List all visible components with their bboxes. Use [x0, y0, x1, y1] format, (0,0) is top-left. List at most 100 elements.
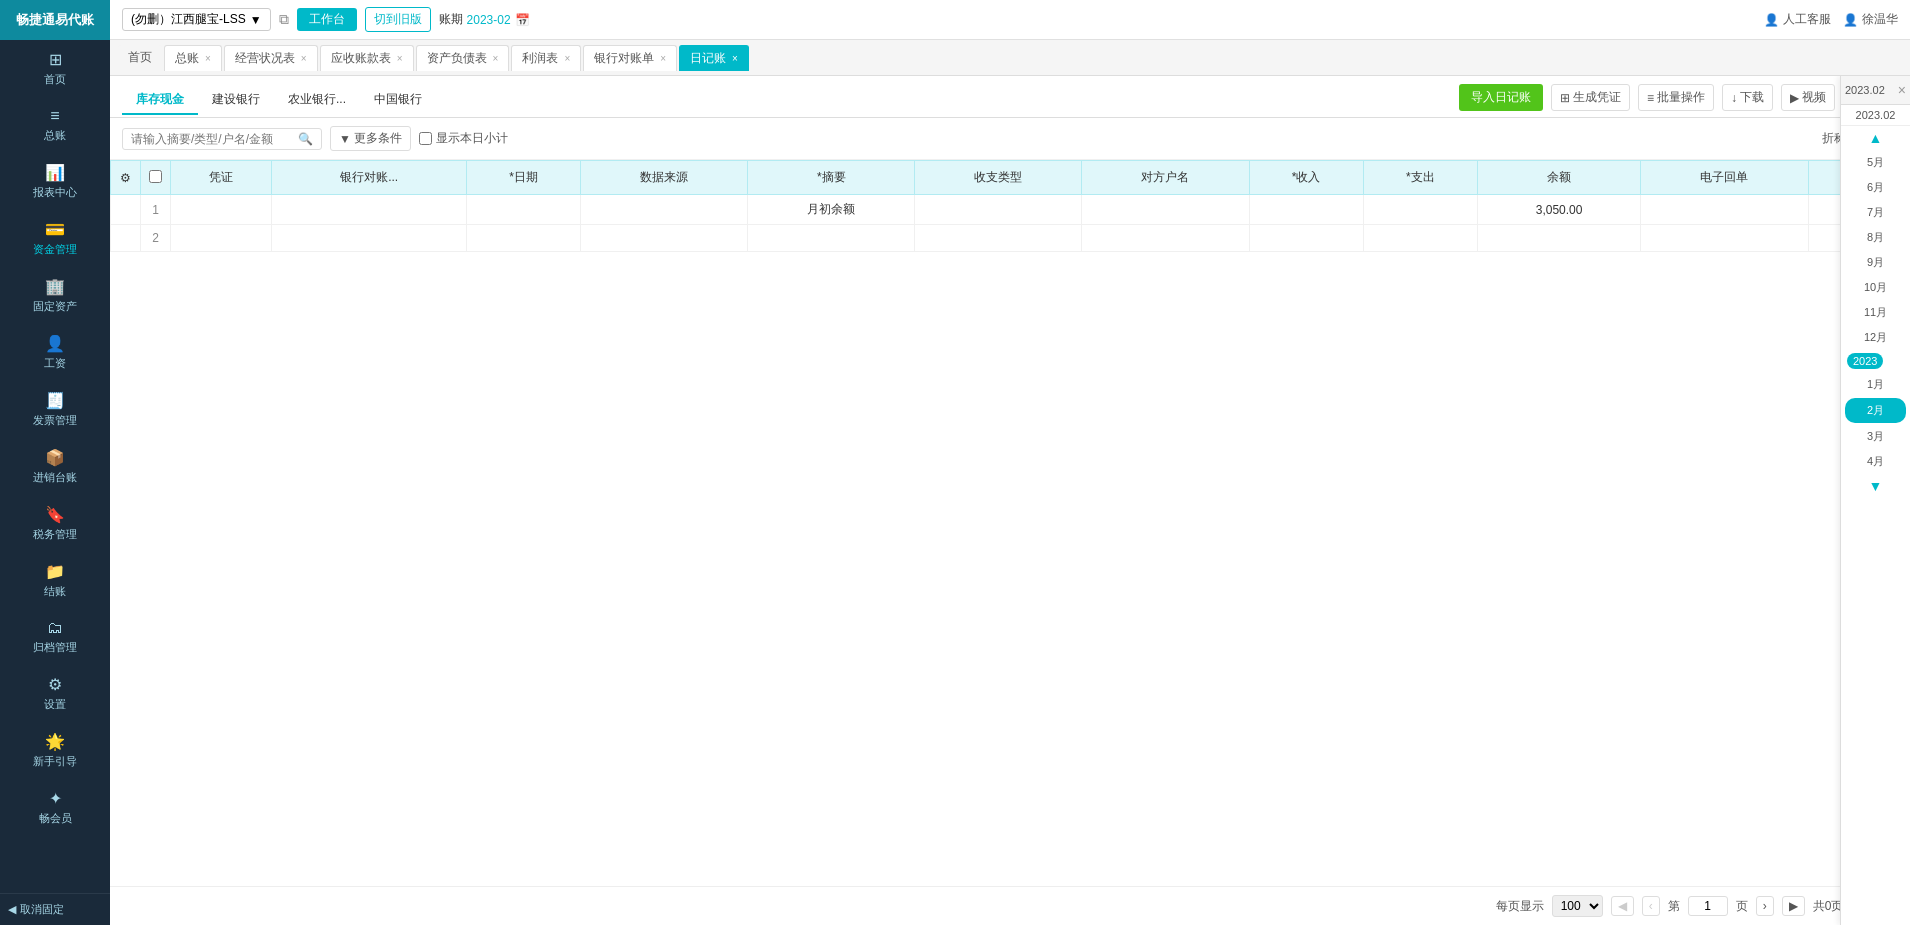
subtab-cash[interactable]: 库存现金 [122, 86, 198, 115]
show-daily-checkbox-label[interactable]: 显示本日小计 [419, 130, 508, 147]
tab-profit[interactable]: 利润表 × [511, 45, 581, 71]
sidebar-item-settings[interactable]: ⚙ 设置 [0, 665, 110, 722]
subtab-ccb[interactable]: 建设银行 [198, 86, 274, 115]
sidebar-item-tax[interactable]: 🔖 税务管理 [0, 495, 110, 552]
show-daily-checkbox[interactable] [419, 132, 432, 145]
sidebar-item-ledger[interactable]: ≡ 总账 [0, 97, 110, 153]
sidebar-item-assets-mgmt[interactable]: 💳 资金管理 [0, 210, 110, 267]
search-icon: 🔍 [298, 132, 313, 146]
per-page-select[interactable]: 20 50 100 200 [1552, 895, 1603, 917]
workstation-button[interactable]: 工作台 [297, 8, 357, 31]
unpin-button[interactable]: ◀ 取消固定 [0, 893, 110, 925]
calendar-nav-up[interactable]: ▲ [1841, 126, 1910, 150]
invoice-icon: 🧾 [45, 391, 65, 410]
tab-receivable-close[interactable]: × [397, 53, 403, 64]
sidebar-item-closing[interactable]: 📁 结账 [0, 552, 110, 609]
col-expense: *支出 [1363, 161, 1477, 195]
home-icon: ⊞ [49, 50, 62, 69]
month-12[interactable]: 12月 [1841, 325, 1910, 350]
download-icon: ↓ [1731, 91, 1737, 105]
calendar-icon[interactable]: 📅 [515, 13, 530, 27]
cal-down-icon[interactable]: ▼ [1869, 478, 1883, 494]
next-page-button[interactable]: › [1756, 896, 1774, 916]
dropdown-icon: ▼ [250, 13, 262, 27]
search-input[interactable] [131, 132, 294, 146]
batch-op-button[interactable]: ≡ 批量操作 [1638, 84, 1714, 111]
tab-journal[interactable]: 日记账 × [679, 45, 749, 71]
download-button[interactable]: ↓ 下载 [1722, 84, 1773, 111]
tab-home[interactable]: 首页 [118, 45, 162, 70]
sidebar-item-guide[interactable]: 🌟 新手引导 [0, 722, 110, 779]
tab-ledger-close[interactable]: × [205, 53, 211, 64]
col-ereceipt: 电子回单 [1641, 161, 1808, 195]
subtab-abc[interactable]: 农业银行... [274, 86, 360, 115]
cell-expense [1363, 225, 1477, 252]
video-icon: ▶ [1790, 91, 1799, 105]
month-2023-4[interactable]: 4月 [1841, 449, 1910, 474]
month-10[interactable]: 10月 [1841, 275, 1910, 300]
journal-table: ⚙ 凭证 银行对账... *日期 数据来源 *摘要 收支类型 对方户名 *收入 … [110, 160, 1910, 252]
sidebar-item-label: 固定资产 [33, 299, 77, 314]
month-9[interactable]: 9月 [1841, 250, 1910, 275]
month-2023-3[interactable]: 3月 [1841, 424, 1910, 449]
month-2023-1[interactable]: 1月 [1841, 372, 1910, 397]
user-name: 徐温华 [1862, 11, 1898, 28]
month-8[interactable]: 8月 [1841, 225, 1910, 250]
month-11[interactable]: 11月 [1841, 300, 1910, 325]
col-voucher: 凭证 [171, 161, 272, 195]
tab-bank-close[interactable]: × [660, 53, 666, 64]
period-display: 账期 2023-02 📅 [439, 11, 530, 28]
year-2023-row: 2023 [1841, 350, 1910, 372]
cal-up-icon[interactable]: ▲ [1869, 130, 1883, 146]
sidebar-item-sales[interactable]: 📦 进销台账 [0, 438, 110, 495]
sidebar-item-invoice[interactable]: 🧾 发票管理 [0, 381, 110, 438]
select-all-checkbox[interactable] [149, 170, 162, 183]
gen-voucher-button[interactable]: ⊞ 生成凭证 [1551, 84, 1630, 111]
prev-page-button[interactable]: ‹ [1642, 896, 1660, 916]
tab-business-close[interactable]: × [301, 53, 307, 64]
sidebar-item-reports[interactable]: 📊 报表中心 [0, 153, 110, 210]
sidebar: 畅捷通易代账 ⊞ 首页 ≡ 总账 📊 报表中心 💳 资金管理 🏢 固定资产 👤 … [0, 0, 110, 925]
service-icon: 👤 [1764, 13, 1779, 27]
content-area: 库存现金 建设银行 农业银行... 中国银行 导入日记账 ⊞ 生成凭证 ≡ [110, 76, 1910, 925]
tab-business[interactable]: 经营状况表 × [224, 45, 318, 71]
month-6[interactable]: 6月 [1841, 175, 1910, 200]
tab-profit-close[interactable]: × [564, 53, 570, 64]
tab-balance[interactable]: 资产负债表 × [416, 45, 510, 71]
sidebar-item-home[interactable]: ⊞ 首页 [0, 40, 110, 97]
sidebar-item-vip[interactable]: ✦ 畅会员 [0, 779, 110, 836]
tab-balance-close[interactable]: × [493, 53, 499, 64]
subtab-boc[interactable]: 中国银行 [360, 86, 436, 115]
first-page-button[interactable]: ◀ [1611, 896, 1634, 916]
sidebar-item-fixed-assets[interactable]: 🏢 固定资产 [0, 267, 110, 324]
calendar-close-button[interactable]: × [1898, 82, 1906, 98]
month-7[interactable]: 7月 [1841, 200, 1910, 225]
last-page-button[interactable]: ▶ [1782, 896, 1805, 916]
col-settings[interactable]: ⚙ [111, 161, 141, 195]
cell-source [581, 195, 748, 225]
user-menu[interactable]: 👤 徐温华 [1843, 11, 1898, 28]
sidebar-item-label: 结账 [44, 584, 66, 599]
col-counterparty: 对方户名 [1082, 161, 1249, 195]
month-2023-2[interactable]: 2月 [1845, 398, 1906, 423]
sidebar-item-label: 工资 [44, 356, 66, 371]
more-filter-button[interactable]: ▼ 更多条件 [330, 126, 411, 151]
sidebar-item-archive[interactable]: 🗂 归档管理 [0, 609, 110, 665]
col-check[interactable] [141, 161, 171, 195]
switch-old-button[interactable]: 切到旧版 [365, 7, 431, 32]
tab-bank[interactable]: 银行对账单 × [583, 45, 677, 71]
sidebar-item-label: 总账 [44, 128, 66, 143]
tab-receivable[interactable]: 应收账款表 × [320, 45, 414, 71]
company-selector[interactable]: (勿删）江西腿宝-LSS ▼ [122, 8, 271, 31]
copy-icon[interactable]: ⧉ [279, 11, 289, 28]
calendar-nav-down[interactable]: ▼ [1841, 474, 1910, 498]
tab-journal-close[interactable]: × [732, 53, 738, 64]
customer-service[interactable]: 👤 人工客服 [1764, 11, 1831, 28]
month-5[interactable]: 5月 [1841, 150, 1910, 175]
page-input[interactable] [1688, 896, 1728, 916]
import-journal-button[interactable]: 导入日记账 [1459, 84, 1543, 111]
search-box[interactable]: 🔍 [122, 128, 322, 150]
sidebar-item-salary[interactable]: 👤 工资 [0, 324, 110, 381]
tab-ledger[interactable]: 总账 × [164, 45, 222, 71]
video-button[interactable]: ▶ 视频 [1781, 84, 1835, 111]
